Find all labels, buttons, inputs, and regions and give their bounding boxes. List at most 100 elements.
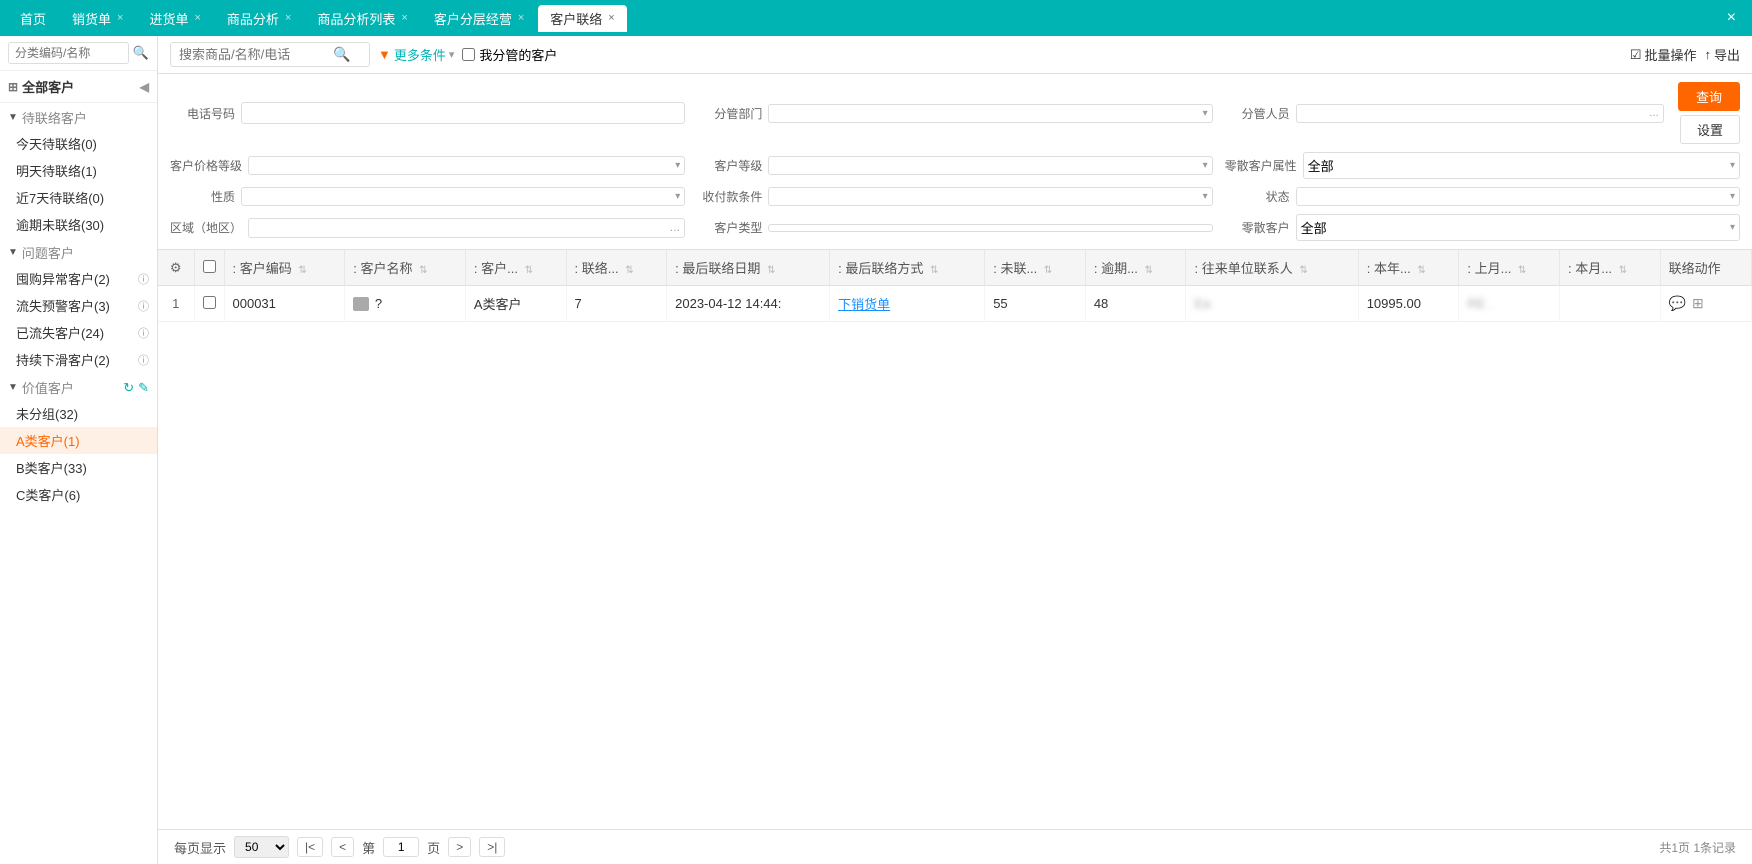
close-all-tabs[interactable]: × bbox=[1719, 9, 1744, 27]
sidebar-item-abnormal[interactable]: 囤购异常客户(2) ⓘ bbox=[0, 265, 157, 292]
col-code: : 客户编码 ⇅ bbox=[224, 250, 345, 286]
export-icon: ↑ bbox=[1704, 47, 1711, 62]
close-customer-contact-tab[interactable]: × bbox=[608, 12, 614, 24]
sidebar-search-input[interactable] bbox=[8, 42, 129, 64]
cell-year-amount: 10995.00 bbox=[1358, 286, 1459, 322]
edit-value-icon[interactable]: ✎ bbox=[138, 380, 149, 396]
sidebar-item-class-c[interactable]: C类客户(6) bbox=[0, 481, 157, 508]
sidebar-item-churned[interactable]: 已流失客户(24) ⓘ bbox=[0, 319, 157, 346]
name-avatar bbox=[353, 297, 369, 311]
info-icon-churn-warning: ⓘ bbox=[138, 298, 149, 314]
query-btn[interactable]: 查询 bbox=[1678, 82, 1740, 111]
filter-person: 分管人员 … 查询 设置 bbox=[1225, 82, 1740, 144]
gear-icon[interactable]: ⚙ bbox=[170, 260, 182, 275]
close-customer-tier-tab[interactable]: × bbox=[518, 12, 524, 24]
collapse-sidebar[interactable]: ◀ bbox=[140, 80, 149, 94]
prev-page-btn[interactable]: < bbox=[331, 837, 354, 857]
tab-home[interactable]: 首页 bbox=[8, 5, 58, 32]
tab-sales[interactable]: 销货单 × bbox=[60, 5, 135, 32]
tab-customer-contact[interactable]: 客户联络 × bbox=[538, 5, 626, 32]
group-label-value[interactable]: ▼ 价值客户 ↻ ✎ bbox=[0, 373, 157, 400]
page-size-select[interactable]: 50 100 200 bbox=[234, 836, 289, 858]
tab-analysis-list[interactable]: 商品分析列表 × bbox=[305, 5, 419, 32]
col-last-month: : 上月... ⇅ bbox=[1459, 250, 1560, 286]
sidebar-item-today[interactable]: 今天待联络(0) bbox=[0, 130, 157, 157]
top-nav: 首页 销货单 × 进货单 × 商品分析 × 商品分析列表 × 客户分层经营 × … bbox=[0, 0, 1752, 36]
sidebar-item-7days[interactable]: 近7天待联络(0) bbox=[0, 184, 157, 211]
export-btn[interactable]: ↑ 导出 bbox=[1704, 45, 1740, 64]
cell-type: A类客户 bbox=[465, 286, 566, 322]
sidebar-item-class-a[interactable]: A类客户(1) bbox=[0, 427, 157, 454]
sidebar-item-unclassified[interactable]: 未分组(32) bbox=[0, 400, 157, 427]
row-checkbox[interactable] bbox=[203, 296, 216, 309]
col-last-method: : 最后联络方式 ⇅ bbox=[830, 250, 985, 286]
chat-action-icon[interactable]: 💬 bbox=[1669, 295, 1686, 312]
table-wrap: ⚙ : 客户编码 ⇅ : 客户名称 ⇅ bbox=[158, 250, 1752, 829]
filter-scatter-cust-select[interactable]: 全部 ▾ bbox=[1296, 214, 1740, 241]
group-label-problem[interactable]: ▼ 问题客户 bbox=[0, 238, 157, 265]
close-analysis-tab[interactable]: × bbox=[285, 12, 291, 24]
filter-price-level: 客户价格等级 ▾ bbox=[170, 152, 685, 179]
my-customers-filter: 我分管的客户 bbox=[462, 45, 557, 64]
sidebar-item-overdue[interactable]: 逾期未联络(30) bbox=[0, 211, 157, 238]
next-page-btn[interactable]: > bbox=[448, 837, 471, 857]
filter-dept-select[interactable]: ▾ bbox=[768, 104, 1212, 123]
group-label-pending[interactable]: ▼ 待联络客户 bbox=[0, 103, 157, 130]
filter-status-select[interactable]: ▾ bbox=[1296, 187, 1740, 206]
select-all-checkbox[interactable] bbox=[203, 260, 216, 273]
refresh-value-icon[interactable]: ↻ bbox=[123, 380, 134, 396]
main-search-input[interactable] bbox=[179, 47, 329, 62]
page-input[interactable] bbox=[383, 837, 419, 857]
cell-code: 000031 bbox=[224, 286, 345, 322]
filter-scatter-attr-select[interactable]: 全部 ▾ bbox=[1303, 152, 1740, 179]
cell-last-date: 2023-04-12 14:44: bbox=[667, 286, 830, 322]
filter-cust-type: 客户类型 bbox=[697, 214, 1212, 241]
col-last-date: : 最后联络日期 ⇅ bbox=[667, 250, 830, 286]
col-contact: : 联络... ⇅ bbox=[566, 250, 667, 286]
last-page-btn[interactable]: >| bbox=[479, 837, 505, 857]
col-overdue: : 逾期... ⇅ bbox=[1085, 250, 1186, 286]
filter-region-select[interactable]: … bbox=[248, 218, 685, 238]
cell-checkbox bbox=[194, 286, 224, 322]
filter-cust-type-select[interactable] bbox=[768, 224, 1212, 232]
filter-phone-input[interactable] bbox=[241, 102, 685, 124]
info-icon-declining: ⓘ bbox=[138, 352, 149, 368]
filter-status: 状态 ▾ bbox=[1225, 187, 1740, 206]
sidebar-all-customers[interactable]: ⊞ 全部客户 ◀ bbox=[0, 71, 157, 103]
sidebar-item-tomorrow[interactable]: 明天待联络(1) bbox=[0, 157, 157, 184]
batch-icon: ☑ bbox=[1630, 47, 1642, 63]
last-method-link[interactable]: 下销货单 bbox=[838, 297, 890, 312]
close-analysis-list-tab[interactable]: × bbox=[401, 12, 407, 24]
filter-cust-level-select[interactable]: ▾ bbox=[768, 156, 1212, 175]
close-sales-tab[interactable]: × bbox=[117, 12, 123, 24]
col-contacts-person: : 往来单位联系人 ⇅ bbox=[1186, 250, 1358, 286]
filter-nature-select[interactable]: ▾ bbox=[241, 187, 685, 206]
tab-purchase[interactable]: 进货单 × bbox=[137, 5, 212, 32]
sidebar-search-icon[interactable]: 🔍 bbox=[133, 45, 149, 61]
batch-op-btn[interactable]: ☑ 批量操作 bbox=[1630, 45, 1697, 64]
filter-person-select[interactable]: … bbox=[1296, 104, 1664, 123]
main-search-icon[interactable]: 🔍 bbox=[333, 46, 350, 63]
sidebar-item-declining[interactable]: 持续下滑客户(2) ⓘ bbox=[0, 346, 157, 373]
sidebar-item-churn-warning[interactable]: 流失预警客户(3) ⓘ bbox=[0, 292, 157, 319]
setting-btn[interactable]: 设置 bbox=[1680, 115, 1740, 144]
cell-cur-month bbox=[1559, 286, 1660, 322]
sidebar-search-wrap: 🔍 bbox=[0, 36, 157, 71]
tab-customer-tier[interactable]: 客户分层经营 × bbox=[422, 5, 536, 32]
filter-payment-select[interactable]: ▾ bbox=[768, 187, 1212, 206]
filter-bar: 🔍 ▼ 更多条件 ▾ 我分管的客户 ☑ 批量操作 ↑ 导出 bbox=[158, 36, 1752, 74]
grid-action-icon[interactable]: ⊞ bbox=[1692, 295, 1704, 312]
close-purchase-tab[interactable]: × bbox=[194, 12, 200, 24]
row-actions: 💬 ⊞ bbox=[1669, 295, 1743, 312]
col-cur-month: : 本月... ⇅ bbox=[1559, 250, 1660, 286]
more-filter-btn[interactable]: ▼ 更多条件 ▾ bbox=[378, 45, 454, 64]
filter-price-level-select[interactable]: ▾ bbox=[248, 156, 685, 175]
col-type: : 客户... ⇅ bbox=[465, 250, 566, 286]
cell-contact: 7 bbox=[566, 286, 667, 322]
cell-last-method: 下销货单 bbox=[830, 286, 985, 322]
tab-analysis[interactable]: 商品分析 × bbox=[215, 5, 303, 32]
sidebar-item-class-b[interactable]: B类客户(33) bbox=[0, 454, 157, 481]
filter-payment: 收付款条件 ▾ bbox=[697, 187, 1212, 206]
first-page-btn[interactable]: |< bbox=[297, 837, 323, 857]
my-customers-checkbox[interactable] bbox=[462, 48, 475, 61]
